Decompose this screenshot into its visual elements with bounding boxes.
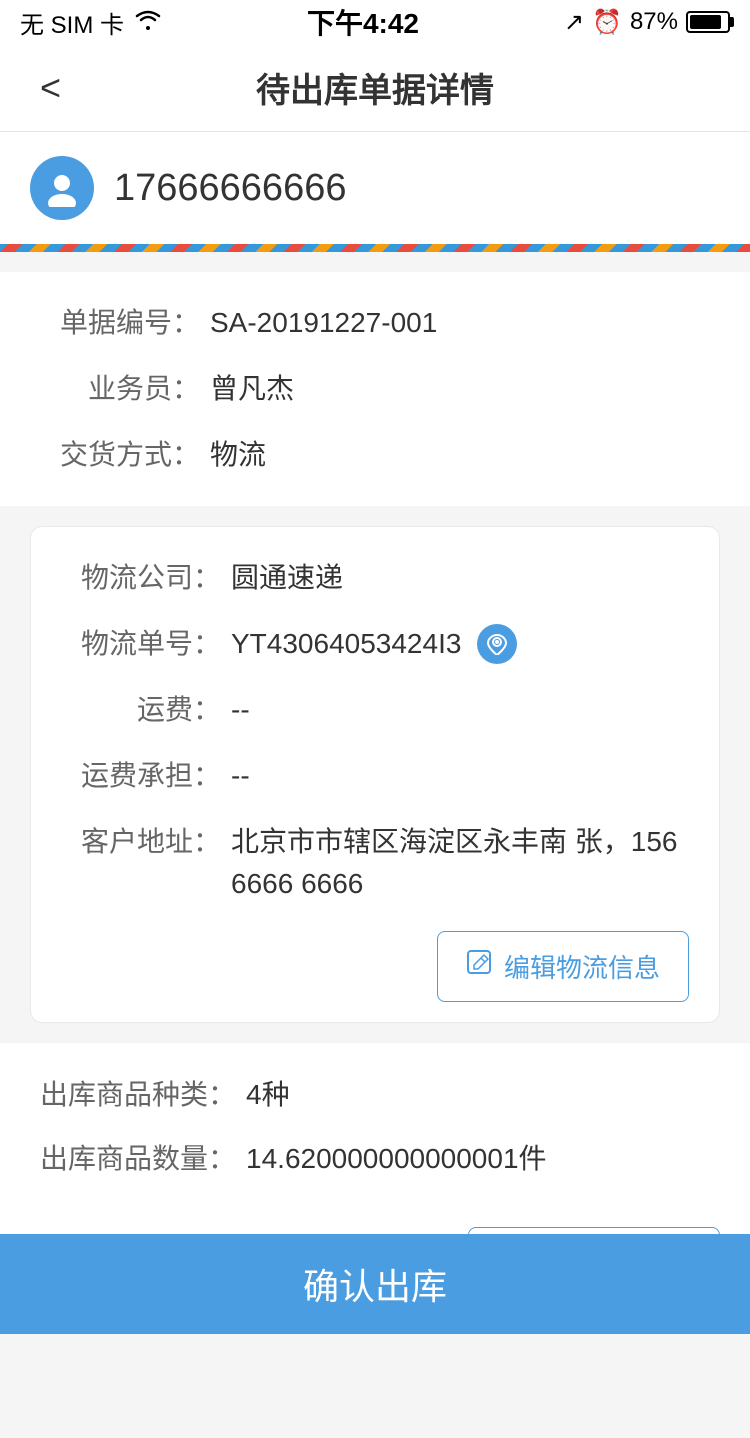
goods-type-value: 4种 xyxy=(236,1073,290,1113)
salesperson-value: 曾凡杰 xyxy=(200,368,710,410)
carrier-label: 无 SIM 卡 xyxy=(20,5,124,40)
status-right: ↗ ⏰ 87% xyxy=(564,8,730,37)
freight-row: 运费： -- xyxy=(61,689,689,731)
logistics-company-row: 物流公司： 圆通速递 xyxy=(61,557,689,599)
page-title: 待出库单据详情 xyxy=(256,63,494,112)
company-value: 圆通速递 xyxy=(221,557,689,599)
status-left: 无 SIM 卡 xyxy=(20,5,162,40)
back-button[interactable]: < xyxy=(30,57,71,119)
customer-header: 17666666666 xyxy=(0,132,750,244)
tracking-no-value: YT43064053424I3 xyxy=(221,623,689,665)
goods-info: 出库商品种类： 4种 出库商品数量： 14.620000000000001件 xyxy=(0,1043,750,1211)
order-info-section: 单据编号： SA-20191227-001 业务员： 曾凡杰 交货方式： 物流 xyxy=(0,272,750,506)
battery-pct: 87% xyxy=(630,8,678,36)
confirm-button[interactable]: 确认出库 xyxy=(0,1234,750,1334)
stripe-divider xyxy=(0,244,750,252)
nav-bar: < 待出库单据详情 xyxy=(0,44,750,132)
freight-bear-value: -- xyxy=(221,755,689,797)
goods-type-row: 出库商品种类： 4种 xyxy=(40,1073,710,1113)
alarm-icon: ⏰ xyxy=(592,8,622,37)
goods-type-label: 出库商品种类： xyxy=(40,1073,236,1113)
edit-logistics-button[interactable]: 编辑物流信息 xyxy=(437,931,689,1002)
order-no-value: SA-20191227-001 xyxy=(200,302,710,344)
address-row: 客户地址： 北京市市辖区海淀区永丰南 张，156 6666 6666 xyxy=(61,821,689,905)
salesperson-row: 业务员： 曾凡杰 xyxy=(40,368,710,410)
bottom-spacer xyxy=(0,1318,750,1438)
goods-qty-row: 出库商品数量： 14.620000000000001件 xyxy=(40,1137,710,1177)
order-no-label: 单据编号： xyxy=(40,302,200,344)
confirm-label: 确认出库 xyxy=(303,1258,447,1310)
delivery-label: 交货方式： xyxy=(40,434,200,476)
freight-label: 运费： xyxy=(61,689,221,731)
customer-phone: 17666666666 xyxy=(114,167,346,210)
company-label: 物流公司： xyxy=(61,557,221,599)
logistics-card-footer: 编辑物流信息 xyxy=(31,915,719,1022)
tracking-location-icon[interactable] xyxy=(477,624,517,664)
goods-qty-label: 出库商品数量： xyxy=(40,1137,236,1177)
tracking-no-label: 物流单号： xyxy=(61,623,221,665)
tracking-no-row: 物流单号： YT43064053424I3 xyxy=(61,623,689,665)
goods-qty-value: 14.620000000000001件 xyxy=(236,1137,547,1177)
location-icon: ↗ xyxy=(564,8,584,37)
edit-icon xyxy=(466,949,494,984)
freight-bear-label: 运费承担： xyxy=(61,755,221,797)
status-time: 下午4:42 xyxy=(307,2,419,42)
address-label: 客户地址： xyxy=(61,821,221,863)
salesperson-label: 业务员： xyxy=(40,368,200,410)
delivery-row: 交货方式： 物流 xyxy=(40,434,710,476)
address-value: 北京市市辖区海淀区永丰南 张，156 6666 6666 xyxy=(221,821,689,905)
avatar xyxy=(30,156,94,220)
battery-icon xyxy=(686,11,730,33)
freight-value: -- xyxy=(221,689,689,731)
logistics-info: 物流公司： 圆通速递 物流单号： YT43064053424I3 运费： -- xyxy=(31,527,719,915)
logistics-card: 物流公司： 圆通速递 物流单号： YT43064053424I3 运费： -- xyxy=(30,526,720,1023)
order-no-row: 单据编号： SA-20191227-001 xyxy=(40,302,710,344)
status-bar: 无 SIM 卡 下午4:42 ↗ ⏰ 87% xyxy=(0,0,750,44)
wifi-icon xyxy=(134,8,162,37)
edit-logistics-label: 编辑物流信息 xyxy=(504,948,660,985)
freight-bear-row: 运费承担： -- xyxy=(61,755,689,797)
delivery-value: 物流 xyxy=(200,434,710,476)
